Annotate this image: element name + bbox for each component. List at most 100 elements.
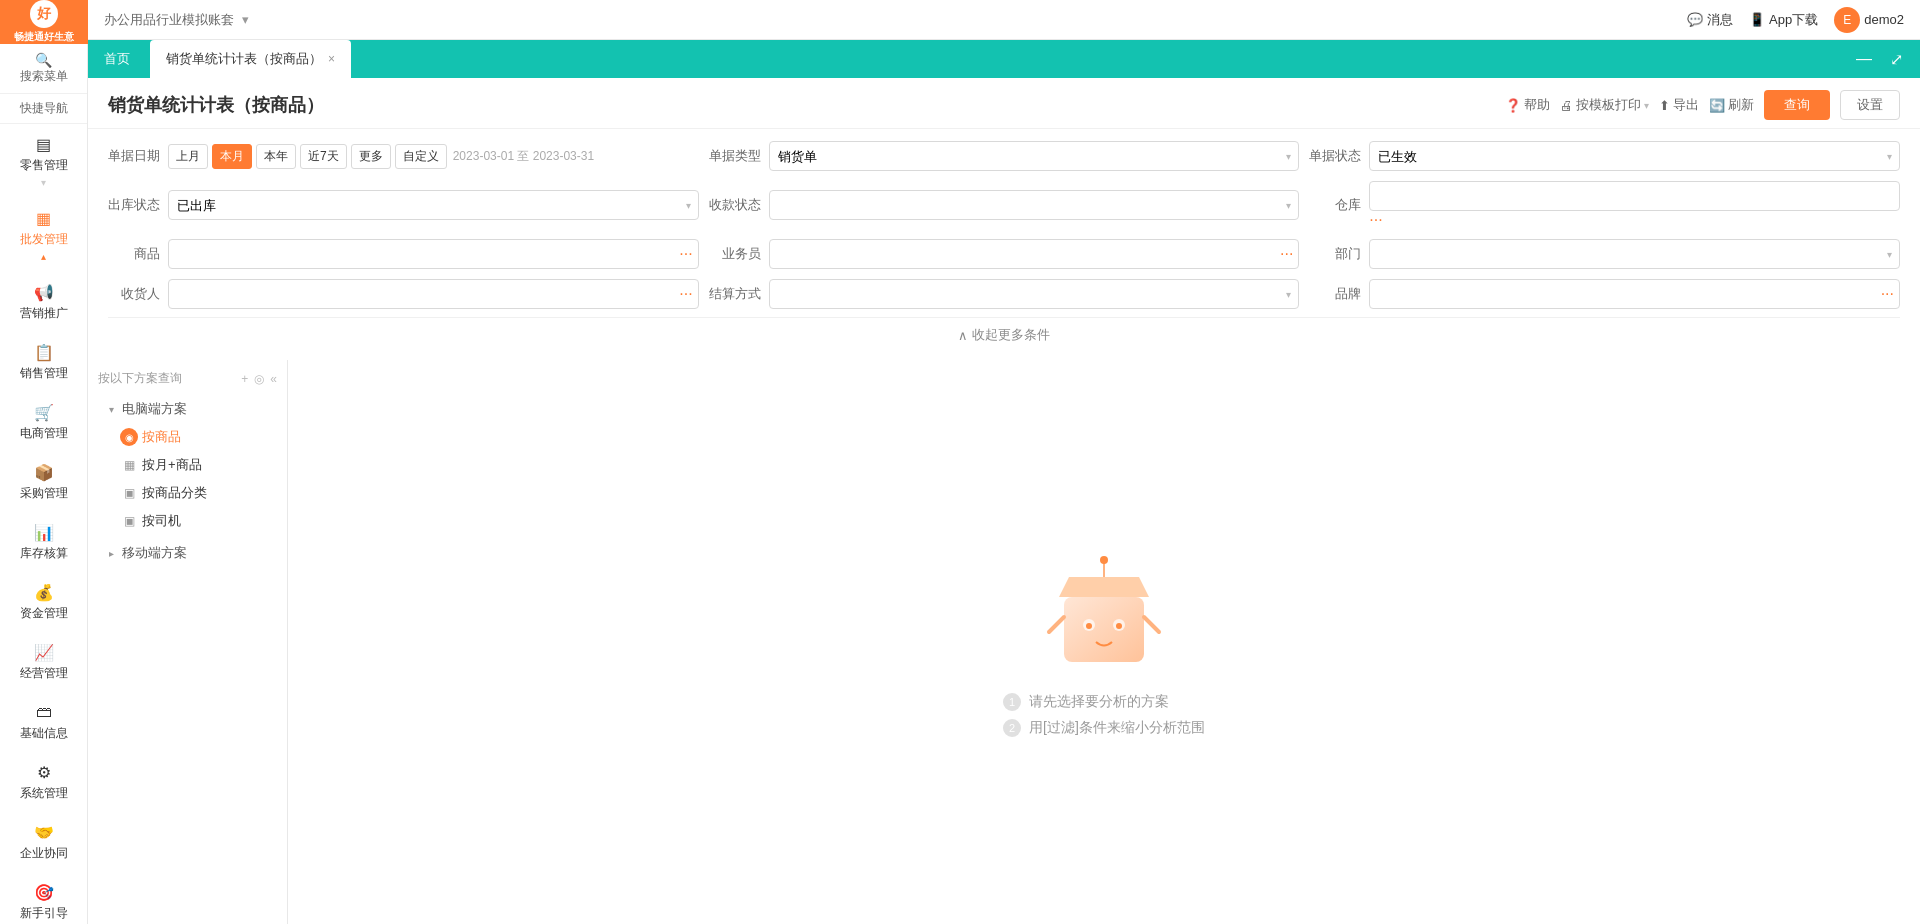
sidebar-item-label-sales: 销售管理 xyxy=(20,365,68,382)
sidebar-item-ecommerce[interactable]: 🛒 电商管理 xyxy=(0,392,87,452)
sidebar-item-label-wholesale: 批发管理 xyxy=(20,231,68,248)
app-download-button[interactable]: 📱 App下载 xyxy=(1749,11,1818,29)
doc-status-select[interactable]: 已生效 xyxy=(1369,141,1900,171)
sidebar-item-basic[interactable]: 🗃 基础信息 xyxy=(0,692,87,752)
tree-group-pc[interactable]: ▾ 电脑端方案 xyxy=(88,395,287,423)
quick-nav-button[interactable]: 快捷导航 xyxy=(0,94,87,124)
refresh-icon: 🔄 xyxy=(1709,98,1725,113)
doc-status-control: 已生效 ▾ xyxy=(1369,141,1900,171)
message-button[interactable]: 💬 消息 xyxy=(1687,11,1733,29)
sidebar-item-sales[interactable]: 📋 销售管理 xyxy=(0,332,87,392)
tabbar-actions: — ⤢ xyxy=(1852,47,1920,71)
industry-dropdown-icon[interactable]: ▾ xyxy=(242,12,249,27)
salesperson-input[interactable] xyxy=(769,239,1300,269)
tree-item-by-product[interactable]: ◉ 按商品 xyxy=(88,423,287,451)
payment-status-label: 收款状态 xyxy=(709,196,769,214)
ecommerce-icon: 🛒 xyxy=(34,402,54,422)
date-this-year[interactable]: 本年 xyxy=(256,144,296,169)
export-icon: ⬆ xyxy=(1659,98,1670,113)
svg-line-9 xyxy=(1144,617,1159,632)
sidebar-item-finance[interactable]: 💰 资金管理 xyxy=(0,572,87,632)
date-this-month[interactable]: 本月 xyxy=(212,144,252,169)
refresh-label: 刷新 xyxy=(1728,96,1754,114)
sidebar-item-retail[interactable]: ▤ 零售管理 ▾ xyxy=(0,124,87,198)
sidebar-item-newbie[interactable]: 🎯 新手引导 xyxy=(0,872,87,924)
warehouse-dots[interactable]: ··· xyxy=(1369,211,1382,228)
tab-home[interactable]: 首页 xyxy=(88,40,146,78)
purchase-icon: 📦 xyxy=(34,462,54,482)
sidebar-item-wholesale[interactable]: ▦ 批发管理 ▴ xyxy=(0,198,87,272)
collapse-filters-button[interactable]: ∧ 收起更多条件 xyxy=(108,317,1900,348)
department-control: ▾ xyxy=(1369,239,1900,269)
help-button[interactable]: ❓ 帮助 xyxy=(1505,96,1550,114)
product-dots[interactable]: ··· xyxy=(679,245,692,263)
tab-close-icon[interactable]: × xyxy=(328,52,335,66)
scheme-panel-header: 按以下方案查询 + ◎ « xyxy=(88,370,287,395)
scheme-tree: ▾ 电脑端方案 ◉ 按商品 ▦ 按月+商品 ▣ xyxy=(88,395,287,567)
warehouse-input[interactable] xyxy=(1369,181,1900,211)
warehouse-label: 仓库 xyxy=(1309,196,1369,214)
collapse-panel-button[interactable]: « xyxy=(270,372,277,386)
product-input[interactable] xyxy=(168,239,699,269)
sidebar-item-operation[interactable]: 📈 经营管理 xyxy=(0,632,87,692)
filter-warehouse: 仓库 ··· xyxy=(1309,181,1900,229)
help-label: 帮助 xyxy=(1524,96,1550,114)
brand-input[interactable] xyxy=(1369,279,1900,309)
date-more[interactable]: 更多 xyxy=(351,144,391,169)
settings-scheme-button[interactable]: ◎ xyxy=(254,372,264,386)
header-actions: ❓ 帮助 🖨 按模板打印 ▾ ⬆ 导出 🔄 刷新 查询 设置 xyxy=(1505,90,1900,120)
filter-area: 单据日期 上月 本月 本年 近7天 更多 自定义 2023-03-01 至 20… xyxy=(88,129,1920,360)
svg-point-5 xyxy=(1116,623,1122,629)
payment-status-select[interactable] xyxy=(769,190,1300,220)
tree-item-by-month-product[interactable]: ▦ 按月+商品 xyxy=(88,451,287,479)
app-logo: 好 畅捷通好生意 xyxy=(0,0,88,44)
date-custom[interactable]: 自定义 xyxy=(395,144,447,169)
help-icon: ❓ xyxy=(1505,98,1521,113)
payment-method-select[interactable] xyxy=(769,279,1300,309)
doc-type-select[interactable]: 销货单 xyxy=(769,141,1300,171)
template-print-button[interactable]: 🖨 按模板打印 ▾ xyxy=(1560,96,1649,114)
department-select[interactable] xyxy=(1369,239,1900,269)
tree-item-by-month-product-label: 按月+商品 xyxy=(142,456,202,474)
data-panel: 1 请先选择要分析的方案 2 用[过滤]条件来缩小分析范围 xyxy=(288,360,1920,924)
sidebar-item-label-purchase: 采购管理 xyxy=(20,485,68,502)
sidebar-item-system[interactable]: ⚙ 系统管理 xyxy=(0,752,87,812)
svg-point-4 xyxy=(1086,623,1092,629)
recipient-dots[interactable]: ··· xyxy=(679,285,692,303)
tree-item-by-printer[interactable]: ▣ 按司机 xyxy=(88,507,287,535)
tree-mobile-collapse-icon: ▸ xyxy=(104,546,118,560)
tree-item-by-product-category[interactable]: ▣ 按商品分类 xyxy=(88,479,287,507)
settings-button[interactable]: 设置 xyxy=(1840,90,1900,120)
recipient-input[interactable] xyxy=(168,279,699,309)
search-menu-button[interactable]: 🔍 搜索菜单 xyxy=(0,44,87,94)
tab-active[interactable]: 销货单统计计表（按商品） × xyxy=(150,40,351,78)
sidebar-item-enterprise[interactable]: 🤝 企业协同 xyxy=(0,812,87,872)
sidebar-item-marketing[interactable]: 📢 营销推广 xyxy=(0,272,87,332)
query-button[interactable]: 查询 xyxy=(1764,90,1830,120)
date-last-7days[interactable]: 近7天 xyxy=(300,144,347,169)
sidebar-item-purchase[interactable]: 📦 采购管理 xyxy=(0,452,87,512)
scheme-panel-actions: + ◎ « xyxy=(241,372,277,386)
sidebar-item-label-inventory: 库存核算 xyxy=(20,545,68,562)
refresh-button[interactable]: 🔄 刷新 xyxy=(1709,96,1754,114)
add-scheme-button[interactable]: + xyxy=(241,372,248,386)
printer-icon: ▣ xyxy=(120,514,138,528)
newbie-icon: 🎯 xyxy=(34,882,54,902)
tree-group-pc-label: 电脑端方案 xyxy=(122,400,187,418)
sidebar-item-label-system: 系统管理 xyxy=(20,785,68,802)
sidebar-item-inventory[interactable]: 📊 库存核算 xyxy=(0,512,87,572)
tree-group-mobile[interactable]: ▸ 移动端方案 xyxy=(88,539,287,567)
window-maximize-button[interactable]: ⤢ xyxy=(1884,47,1908,71)
export-button[interactable]: ⬆ 导出 xyxy=(1659,96,1699,114)
scheme-panel-title: 按以下方案查询 xyxy=(98,370,182,387)
basic-icon: 🗃 xyxy=(34,702,54,722)
brand-dots[interactable]: ··· xyxy=(1881,285,1894,303)
window-minimize-button[interactable]: — xyxy=(1852,47,1876,71)
product-scheme-icon: ◉ xyxy=(120,428,138,446)
date-row: 上月 本月 本年 近7天 更多 自定义 2023-03-01 至 2023-03… xyxy=(168,144,594,169)
warehouse-status-select[interactable]: 已出库 xyxy=(168,190,699,220)
payment-method-control: ▾ xyxy=(769,279,1300,309)
salesperson-dots[interactable]: ··· xyxy=(1280,245,1293,263)
user-profile-button[interactable]: E demo2 xyxy=(1834,7,1904,33)
date-last-month[interactable]: 上月 xyxy=(168,144,208,169)
